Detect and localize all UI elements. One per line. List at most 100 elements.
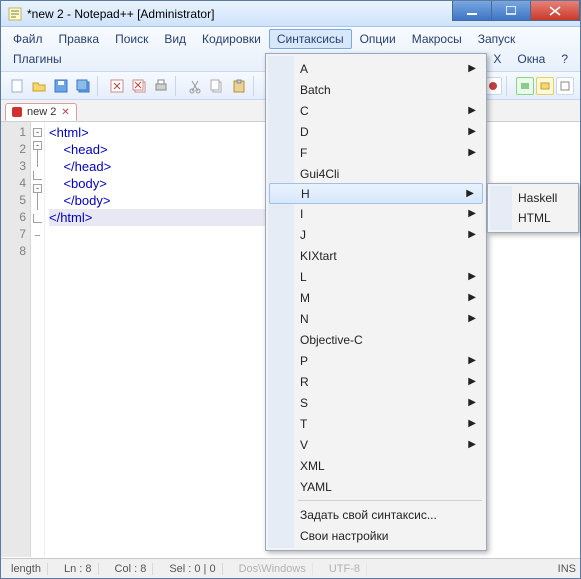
syntax-item-d[interactable]: D▶: [268, 121, 484, 142]
submenu-arrow-icon: ▶: [468, 439, 476, 450]
status-col: Col : 8: [109, 563, 154, 575]
syntax-item-v[interactable]: V▶: [268, 434, 484, 455]
status-line: Ln : 8: [58, 563, 99, 575]
menu-окна[interactable]: Окна: [509, 49, 553, 69]
folder-view-icon[interactable]: [536, 77, 554, 95]
syntax-item-l[interactable]: L▶: [268, 266, 484, 287]
save-icon[interactable]: [51, 76, 71, 96]
submenu-arrow-icon: ▶: [466, 188, 474, 199]
menu-кодировки[interactable]: Кодировки: [194, 29, 269, 49]
submenu-arrow-icon: ▶: [468, 105, 476, 116]
status-encoding: UTF-8: [323, 563, 367, 575]
status-mode: INS: [558, 563, 576, 575]
app-window: *new 2 - Notepad++ [Administrator] ФайлП…: [0, 0, 581, 579]
syntax-item-p[interactable]: P▶: [268, 350, 484, 371]
status-sel: Sel : 0 | 0: [163, 563, 222, 575]
syntax-item-kixtart[interactable]: KIXtart: [268, 245, 484, 266]
syntax-h-submenu: HaskellHTML: [487, 183, 579, 233]
submenu-arrow-icon: ▶: [468, 126, 476, 137]
menu-плагины[interactable]: Плагины: [5, 49, 70, 69]
define-language-item[interactable]: Задать свой синтаксис...: [268, 504, 484, 525]
maximize-button[interactable]: [491, 1, 531, 21]
unsaved-indicator-icon: [12, 107, 22, 117]
syntax-item-i[interactable]: I▶: [268, 203, 484, 224]
submenu-arrow-icon: ▶: [468, 418, 476, 429]
line-number-gutter: 12345678: [1, 122, 31, 557]
line-number: 7: [1, 226, 26, 243]
line-number: 2: [1, 141, 26, 158]
new-file-icon[interactable]: [7, 76, 27, 96]
submenu-arrow-icon: ▶: [468, 313, 476, 324]
tab-label: new 2: [27, 106, 56, 118]
close-button[interactable]: [530, 1, 580, 21]
close-all-icon[interactable]: [129, 76, 149, 96]
syntax-item-gui4cli[interactable]: Gui4Cli: [268, 163, 484, 184]
menu-файл[interactable]: Файл: [5, 29, 51, 49]
submenu-arrow-icon: ▶: [468, 271, 476, 282]
submenu-arrow-icon: ▶: [468, 355, 476, 366]
line-number: 5: [1, 192, 26, 209]
submenu-arrow-icon: ▶: [468, 376, 476, 387]
submenu-arrow-icon: ▶: [468, 63, 476, 74]
syntax-item-t[interactable]: T▶: [268, 413, 484, 434]
syntax-item-c[interactable]: C▶: [268, 100, 484, 121]
menu-синтаксисы[interactable]: Синтаксисы: [269, 29, 352, 49]
menu-вид[interactable]: Вид: [156, 29, 194, 49]
close-tab-icon[interactable]: [107, 76, 127, 96]
submenu-arrow-icon: ▶: [468, 229, 476, 240]
submenu-arrow-icon: ▶: [468, 292, 476, 303]
line-number: 6: [1, 209, 26, 226]
syntax-item-yaml[interactable]: YAML: [268, 476, 484, 497]
copy-icon[interactable]: [207, 76, 227, 96]
save-all-icon[interactable]: [73, 76, 93, 96]
syntax-item-xml[interactable]: XML: [268, 455, 484, 476]
status-length: length: [5, 563, 48, 575]
menu-запуск[interactable]: Запуск: [470, 29, 524, 49]
syntax-item-a[interactable]: A▶: [268, 58, 484, 79]
syntax-item-r[interactable]: R▶: [268, 371, 484, 392]
window-controls: [453, 1, 580, 21]
titlebar: *new 2 - Notepad++ [Administrator]: [1, 1, 580, 27]
status-eol: Dos\Windows: [233, 563, 313, 575]
menu-макросы[interactable]: Макросы: [404, 29, 470, 49]
mdi-close-icon[interactable]: X: [485, 49, 509, 69]
line-number: 3: [1, 158, 26, 175]
syntax-item-h[interactable]: H▶: [269, 183, 483, 204]
menu-опции[interactable]: Опции: [352, 29, 404, 49]
paste-icon[interactable]: [229, 76, 249, 96]
doc-map-icon[interactable]: [556, 77, 574, 95]
submenu-arrow-icon: ▶: [468, 147, 476, 158]
print-icon[interactable]: [151, 76, 171, 96]
app-icon: [7, 6, 23, 22]
fold-toggle-icon[interactable]: -: [33, 128, 42, 137]
syntax-subitem-haskell[interactable]: Haskell: [490, 188, 576, 208]
own-settings-item[interactable]: Свои настройки: [268, 525, 484, 546]
fold-column: - - -: [31, 122, 45, 557]
submenu-arrow-icon: ▶: [468, 208, 476, 219]
syntax-subitem-html[interactable]: HTML: [490, 208, 576, 228]
syntax-item-n[interactable]: N▶: [268, 308, 484, 329]
syntax-item-s[interactable]: S▶: [268, 392, 484, 413]
menu-поиск[interactable]: Поиск: [107, 29, 156, 49]
syntax-item-m[interactable]: M▶: [268, 287, 484, 308]
syntax-item-j[interactable]: J▶: [268, 224, 484, 245]
statusbar: length Ln : 8 Col : 8 Sel : 0 | 0 Dos\Wi…: [1, 558, 580, 578]
window-title: *new 2 - Notepad++ [Administrator]: [27, 7, 214, 21]
fold-toggle-icon[interactable]: -: [33, 184, 42, 193]
tab-close-icon[interactable]: ✕: [61, 107, 69, 118]
file-tab[interactable]: new 2 ✕: [5, 103, 77, 121]
line-number: 1: [1, 124, 26, 141]
syntax-menu-dropdown: A▶BatchC▶D▶F▶Gui4CliH▶I▶J▶KIXtartL▶M▶N▶O…: [265, 53, 487, 551]
open-file-icon[interactable]: [29, 76, 49, 96]
menu-правка[interactable]: Правка: [51, 29, 108, 49]
menu-?[interactable]: ?: [553, 49, 576, 69]
fold-toggle-icon[interactable]: -: [33, 141, 42, 150]
syntax-item-objective-c[interactable]: Objective-C: [268, 329, 484, 350]
syntax-item-f[interactable]: F▶: [268, 142, 484, 163]
function-list-icon[interactable]: [516, 77, 534, 95]
submenu-arrow-icon: ▶: [468, 397, 476, 408]
minimize-button[interactable]: [452, 1, 492, 21]
syntax-item-batch[interactable]: Batch: [268, 79, 484, 100]
cut-icon[interactable]: [185, 76, 205, 96]
line-number: 4: [1, 175, 26, 192]
